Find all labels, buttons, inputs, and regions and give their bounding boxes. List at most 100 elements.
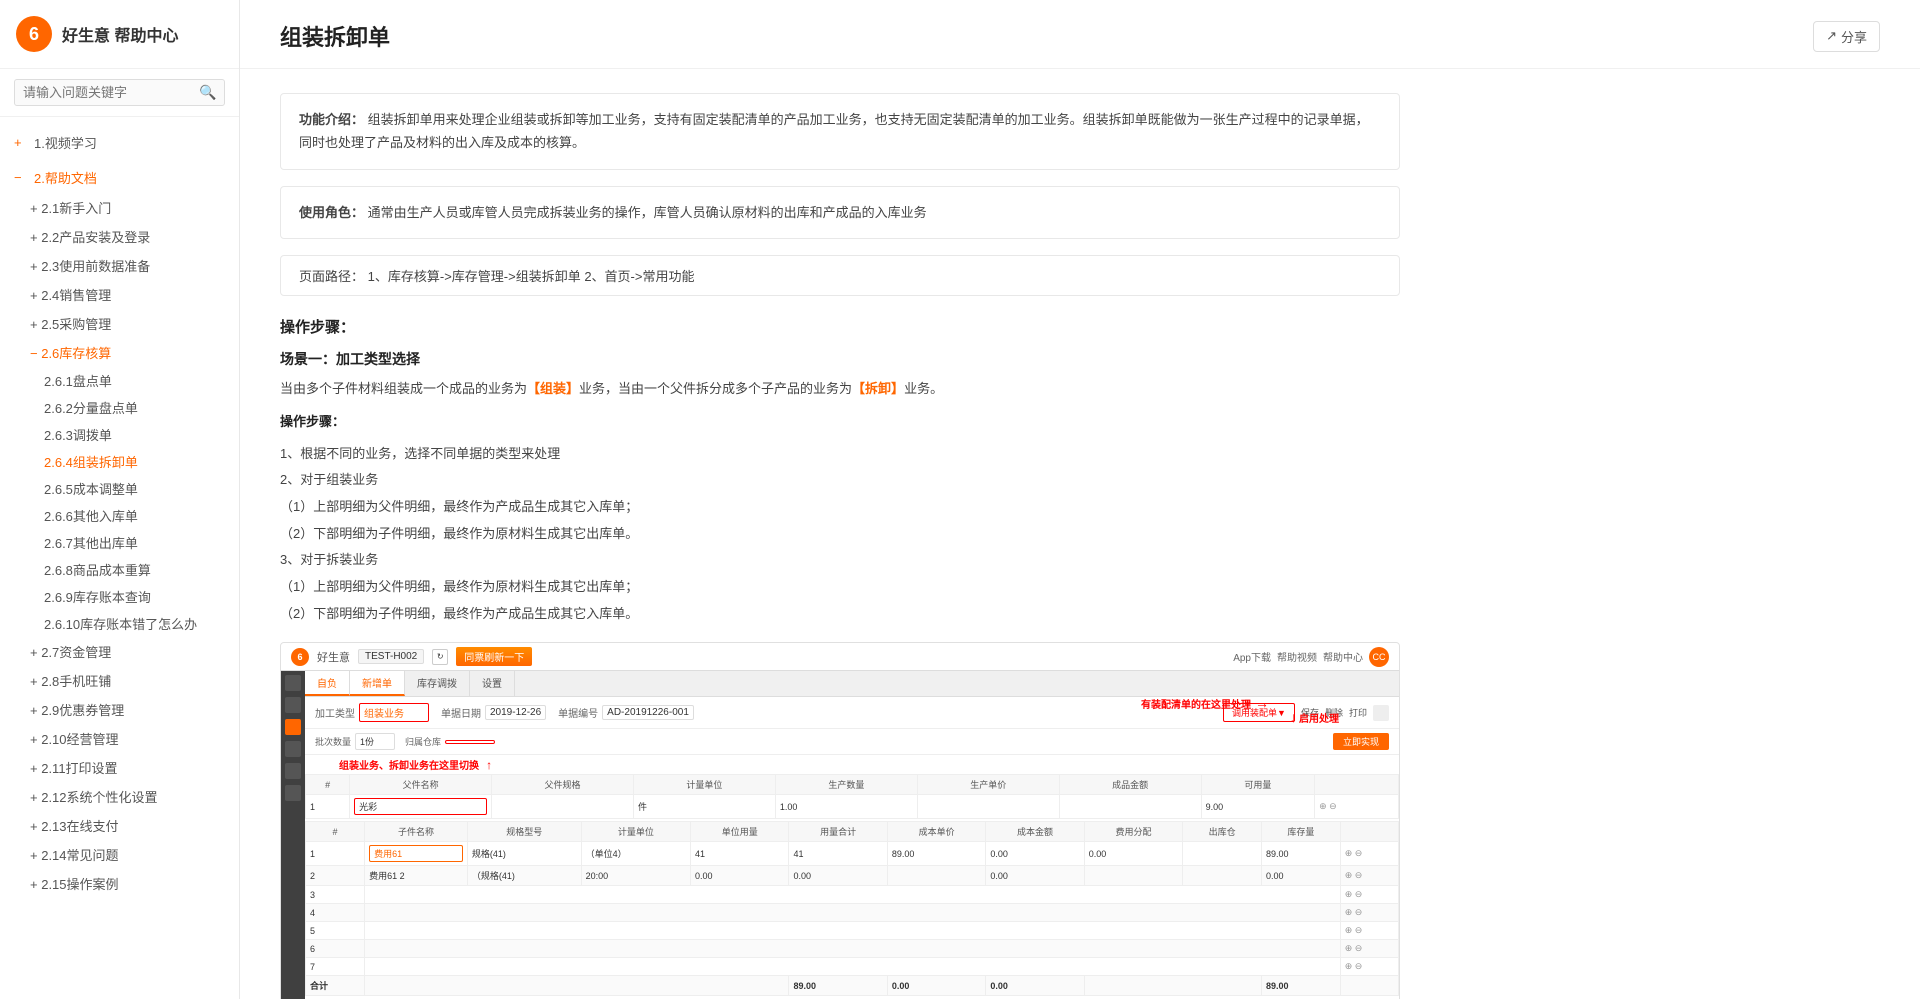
sidebar-item-269[interactable]: 2.6.9库存账本查询 <box>44 583 239 610</box>
td-b-actions-6: ⊕ ⊖ <box>1340 940 1398 958</box>
sidebar-item-install[interactable]: + 2.2产品安装及登录 <box>30 222 239 251</box>
row-action-icons-2[interactable]: ⊕ ⊖ <box>1345 870 1363 880</box>
confirm-btn[interactable]: 立即实现 <box>1333 733 1389 750</box>
table-row: 5 ⊕ ⊖ <box>306 922 1399 940</box>
form-type-label: 加工类型 <box>315 705 355 720</box>
form-date-input[interactable]: 2019-12-26 <box>485 705 546 720</box>
td-b-actions-2: ⊕ ⊖ <box>1340 866 1398 886</box>
callout-enable: ↓ 启用处理 <box>1290 709 1339 725</box>
sidebar-item-sales[interactable]: + 2.4销售管理 <box>30 280 239 309</box>
td-b-actions-4: ⊕ ⊖ <box>1340 904 1398 922</box>
sidebar-icon-3 <box>285 741 301 757</box>
sidebar-item-warehouse[interactable]: − 2.6库存核算 <box>30 338 239 367</box>
sidebar-item-cases[interactable]: + 2.15操作案例 <box>30 869 239 898</box>
sidebar-item-coupon[interactable]: + 2.9优惠券管理 <box>30 695 239 724</box>
sidebar-item-newcomer[interactable]: + 2.1新手入门 <box>30 193 239 222</box>
row-action-icons[interactable]: ⊕ ⊖ <box>1319 801 1337 811</box>
warehouse-field: 归属仓库 <box>405 735 495 748</box>
sidebar-item-268[interactable]: 2.6.8商品成本重算 <box>44 556 239 583</box>
help-center-link[interactable]: 帮助中心 <box>1323 649 1363 664</box>
sidebar-search-wrap[interactable]: 🔍 <box>14 79 225 106</box>
article-body: 功能介绍： 组装拆卸单用来处理企业组装或拆卸等加工业务，支持有固定装配清单的产品… <box>240 69 1440 999</box>
share-button[interactable]: ↗ 分享 <box>1813 21 1880 52</box>
th-actions <box>1315 775 1399 795</box>
td-empty-6 <box>365 940 1341 958</box>
app-tab-transfer[interactable]: 库存调拨 <box>405 671 470 696</box>
bottom-table-container: # 子件名称 规格型号 计量单位 单位用量 用量合计 成本单价 成本金额 费用分 <box>305 821 1399 996</box>
sidebar-item-264[interactable]: 2.6.4组装拆卸单 <box>44 448 239 475</box>
sidebar-item-ops[interactable]: + 2.10经营管理 <box>30 724 239 753</box>
form-row2: 批次数量 1份 归属仓库 立即实现 <box>305 729 1399 755</box>
sidebar-item-payment[interactable]: + 2.13在线支付 <box>30 811 239 840</box>
app-download-link[interactable]: App下载 <box>1233 649 1271 664</box>
step-3: 3、对于拆装业务 <box>280 548 1400 573</box>
sidebar-item-263[interactable]: 2.6.3调拨单 <box>44 421 239 448</box>
print-icon: 打印 <box>1349 706 1367 719</box>
td-total-label: 合计 <box>306 976 365 996</box>
sidebar-item-267[interactable]: 2.6.7其他出库单 <box>44 529 239 556</box>
td-total-actions <box>1340 976 1398 996</box>
sidebar-item-262[interactable]: 2.6.2分量盘点单 <box>44 394 239 421</box>
app-body: 自负 新增单 库存调拨 设置 加工类型 组装业务 <box>281 671 1399 999</box>
app-tab-settings[interactable]: 设置 <box>470 671 515 696</box>
row-action-icons-6[interactable]: ⊕ ⊖ <box>1345 943 1363 953</box>
sidebar-item-system[interactable]: + 2.12系统个性化设置 <box>30 782 239 811</box>
app-tab-new[interactable]: 新增单 <box>350 671 405 696</box>
row-action-icons-7[interactable]: ⊕ ⊖ <box>1345 961 1363 971</box>
app-topbar-right: App下载 帮助视频 帮助中心 CC <box>1233 647 1389 667</box>
td-cost-amount-2: 0.00 <box>986 866 1084 886</box>
td-fee-2 <box>1084 866 1182 886</box>
warehouse-input[interactable] <box>445 740 495 744</box>
main-header: 组装拆卸单 ↗ 分享 <box>240 0 1920 69</box>
sidebar-item-finance[interactable]: + 2.7资金管理 <box>30 637 239 666</box>
sidebar-item-print[interactable]: + 2.11打印设置 <box>30 753 239 782</box>
form-no-input[interactable]: AD-20191226-001 <box>602 705 694 720</box>
row-action-icons-3[interactable]: ⊕ ⊖ <box>1345 889 1363 899</box>
app-main-area: 自负 新增单 库存调拨 设置 加工类型 组装业务 <box>305 671 1399 999</box>
app-tab-home[interactable]: 自负 <box>305 671 350 696</box>
sidebar-item-266[interactable]: 2.6.6其他入库单 <box>44 502 239 529</box>
share-icon: ↗ <box>1826 28 1837 44</box>
app-screenshot: 6 好生意 TEST-H002 ↻ 同票刷新一下 App下载 帮助视频 帮助中心… <box>281 643 1399 999</box>
td-empty-5 <box>365 922 1341 940</box>
sidebar-item-docs[interactable]: − 2.帮助文档 <box>0 162 239 193</box>
callout-switch-arrow: ↑ <box>486 758 492 772</box>
docs-subnav: + 2.1新手入门 + 2.2产品安装及登录 + 2.3使用前数据准备 + 2.… <box>0 193 239 898</box>
child-name-input-1[interactable]: 费用61 <box>369 845 463 862</box>
sidebar-item-mobile[interactable]: + 2.8手机旺铺 <box>30 666 239 695</box>
help-video-link[interactable]: 帮助视频 <box>1277 649 1317 664</box>
table-row: 6 ⊕ ⊖ <box>306 940 1399 958</box>
search-input[interactable] <box>23 85 199 100</box>
page-title: 组装拆卸单 <box>280 20 390 52</box>
expand-icon: + <box>30 819 41 834</box>
func-intro-block: 功能介绍： 组装拆卸单用来处理企业组装或拆卸等加工业务，支持有固定装配清单的产品… <box>280 93 1400 170</box>
path-label: 页面路径： <box>299 269 364 284</box>
expand-icon: + <box>30 790 41 805</box>
sidebar-item-video[interactable]: + 1.视频学习 <box>0 127 239 158</box>
parent-name-input[interactable]: 光彩 <box>354 798 487 815</box>
bottom-table: # 子件名称 规格型号 计量单位 单位用量 用量合计 成本单价 成本金额 费用分 <box>305 821 1399 996</box>
sidebar-item-261[interactable]: 2.6.1盘点单 <box>44 367 239 394</box>
form-type-input[interactable]: 组装业务 <box>359 703 429 722</box>
td-seq: 1 <box>306 795 350 819</box>
sidebar-item-265[interactable]: 2.6.5成本调整单 <box>44 475 239 502</box>
td-b-seq-3: 3 <box>306 886 365 904</box>
td-parent-spec <box>492 795 634 819</box>
td-unit-qty-1: 41 <box>691 842 789 866</box>
row-action-icons[interactable]: ⊕ ⊖ <box>1345 848 1363 858</box>
func-intro-text: 组装拆卸单用来处理企业组装或拆卸等加工业务，支持有固定装配清单的产品加工业务，也… <box>299 112 1369 150</box>
row-action-icons-5[interactable]: ⊕ ⊖ <box>1345 925 1363 935</box>
step-3-1-item: （1）上部明细为父件明细，最终作为原材料生成其它出库单； <box>280 575 1400 600</box>
td-total-stock: 89.00 <box>1261 976 1340 996</box>
qty-field: 批次数量 1份 <box>315 733 395 750</box>
app-topbar-btn[interactable]: 同票刷新一下 <box>456 647 532 666</box>
sidebar-item-purchase[interactable]: + 2.5采购管理 <box>30 309 239 338</box>
sidebar-item-2610[interactable]: 2.6.10库存账本错了怎么办 <box>44 610 239 637</box>
confirm-btn-wrap: 立即实现 <box>1333 733 1389 750</box>
qty-input[interactable]: 1份 <box>355 733 395 750</box>
user-avatar: CC <box>1369 647 1389 667</box>
row-action-icons-4[interactable]: ⊕ ⊖ <box>1345 907 1363 917</box>
td-empty-3 <box>365 886 1341 904</box>
sidebar-item-data[interactable]: + 2.3使用前数据准备 <box>30 251 239 280</box>
sidebar-item-faq[interactable]: + 2.14常见问题 <box>30 840 239 869</box>
